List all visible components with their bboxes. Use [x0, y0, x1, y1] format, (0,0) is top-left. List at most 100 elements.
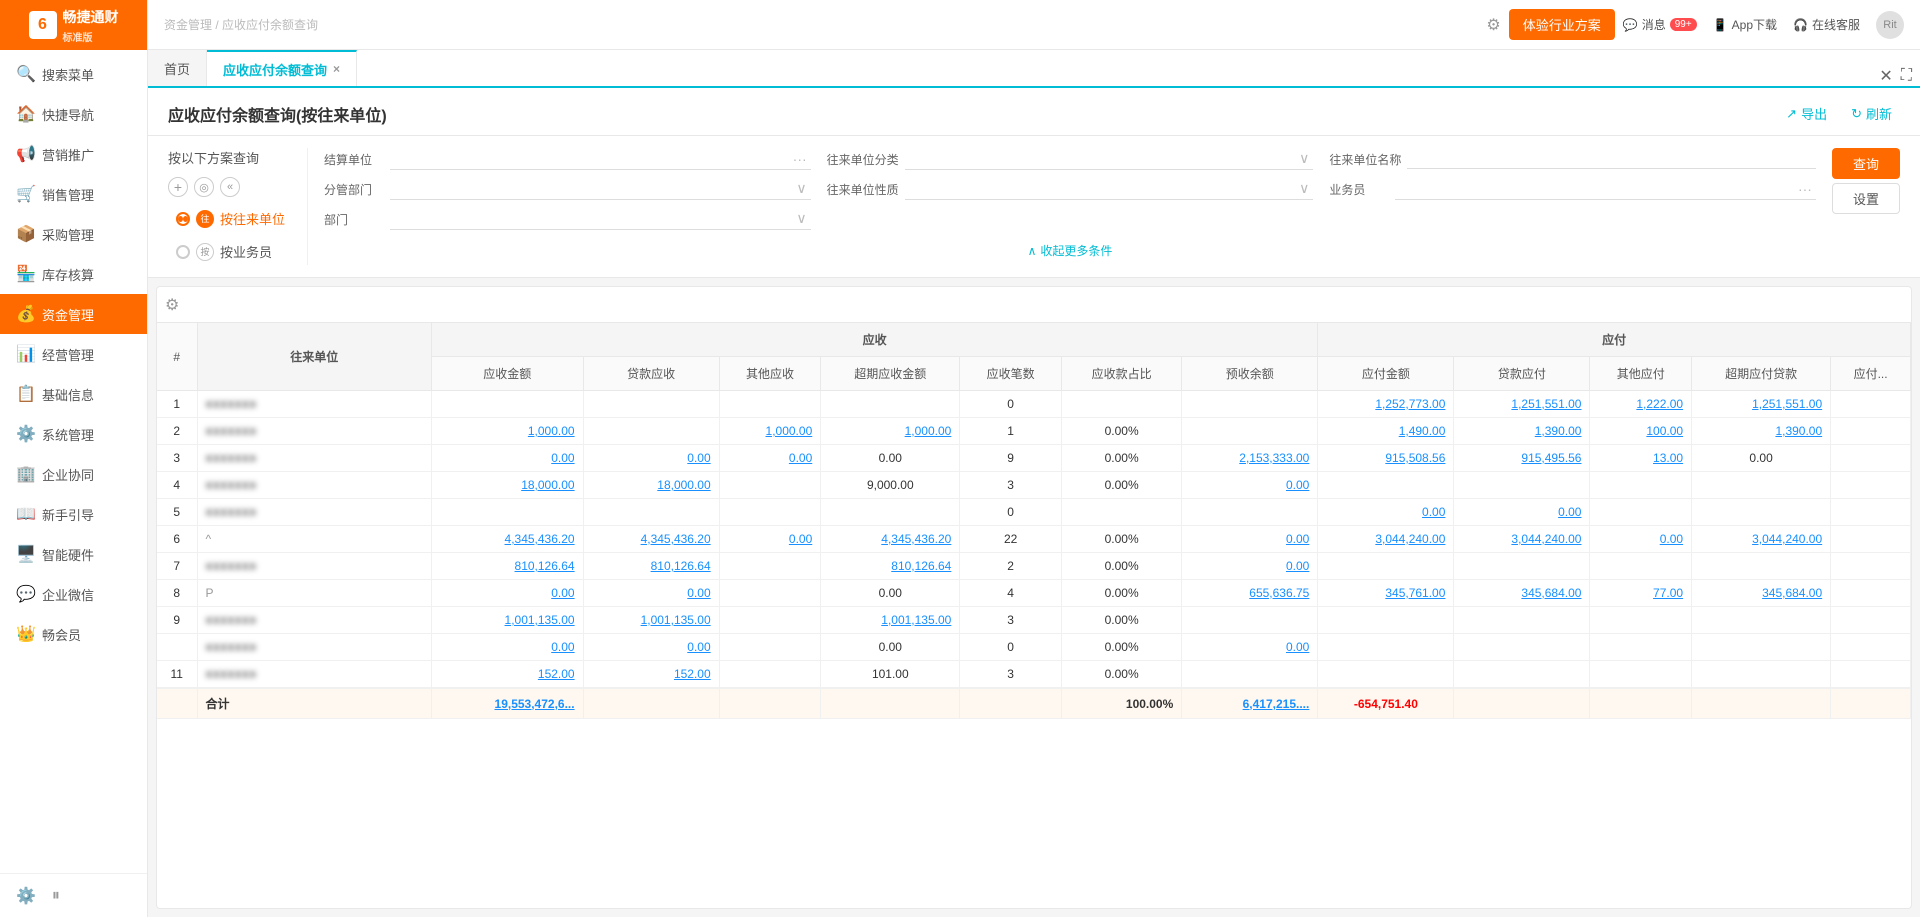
- filter-option-by-partner[interactable]: 往 按往来单位: [168, 205, 299, 232]
- table-wrapper[interactable]: # 往来单位 应收 应付 应收金额 贷款应收 其他应收 超期应收金额 应收笔数 …: [157, 323, 1911, 908]
- cell-ap-loan[interactable]: 0.00: [1454, 499, 1590, 526]
- cell-ar-loan[interactable]: 0.00: [583, 445, 719, 472]
- trial-btn[interactable]: 体验行业方案: [1509, 9, 1615, 40]
- cell-ap-loan[interactable]: 1,390.00: [1454, 418, 1590, 445]
- settings-bottom-icon[interactable]: ⚙️: [16, 886, 36, 906]
- cell-ap-loan[interactable]: 345,684.00: [1454, 580, 1590, 607]
- tab-close-icon[interactable]: ×: [333, 62, 340, 76]
- cell-ar-amount[interactable]: 0.00: [431, 445, 583, 472]
- cell-ar-amount[interactable]: 0.00: [431, 580, 583, 607]
- dept-input[interactable]: [394, 182, 796, 196]
- filter-collapse-btn[interactable]: «: [220, 177, 240, 197]
- cell-ar-prepay[interactable]: 0.00: [1182, 553, 1318, 580]
- sidebar-item-search[interactable]: 🔍 搜索菜单: [0, 54, 147, 94]
- sidebar-item-system[interactable]: ⚙️ 系统管理: [0, 414, 147, 454]
- cell-ap-amount[interactable]: 1,490.00: [1318, 418, 1454, 445]
- cell-ar-amount[interactable]: 1,000.00: [431, 418, 583, 445]
- cell-ar-loan[interactable]: 0.00: [583, 634, 719, 661]
- settlement-dots-icon[interactable]: ···: [793, 151, 807, 167]
- tab-balance[interactable]: 应收应付余额查询 ×: [207, 50, 357, 86]
- partner-name-input[interactable]: [1411, 152, 1812, 166]
- cell-ap-other[interactable]: 100.00: [1590, 418, 1692, 445]
- sidebar-item-sales[interactable]: 🛒 销售管理: [0, 174, 147, 214]
- collapse-more-button[interactable]: ∧ 收起更多条件: [1028, 242, 1113, 259]
- sidebar-item-guide[interactable]: 📖 新手引导: [0, 494, 147, 534]
- cell-ar-other[interactable]: 0.00: [719, 526, 821, 553]
- collapse-bottom-icon[interactable]: ⏸: [52, 887, 60, 905]
- cell-ap-amount[interactable]: 345,761.00: [1318, 580, 1454, 607]
- partner-nature-input[interactable]: [909, 182, 1299, 196]
- sidebar-item-finance[interactable]: 💰 资金管理: [0, 294, 147, 334]
- cell-ap-loan[interactable]: 1,251,551.00: [1454, 391, 1590, 418]
- cell-ar-loan[interactable]: 0.00: [583, 580, 719, 607]
- cell-ar-loan[interactable]: 810,126.64: [583, 553, 719, 580]
- sidebar-item-wechat[interactable]: 💬 企业微信: [0, 574, 147, 614]
- cell-ar-amount[interactable]: 18,000.00: [431, 472, 583, 499]
- partner-category-arrow[interactable]: ∨: [1299, 150, 1309, 167]
- cell-ap-amount[interactable]: 915,508.56: [1318, 445, 1454, 472]
- topbar-online-service[interactable]: 🎧 在线客服: [1793, 16, 1860, 33]
- sidebar-item-hardware[interactable]: 🖥️ 智能硬件: [0, 534, 147, 574]
- cell-ar-prepay[interactable]: 0.00: [1182, 526, 1318, 553]
- partner-nature-arrow[interactable]: ∨: [1299, 180, 1309, 197]
- salesperson-input[interactable]: [1399, 182, 1798, 196]
- salesperson-dots[interactable]: ···: [1798, 181, 1812, 197]
- topbar-gear-icon[interactable]: ⚙: [1486, 15, 1500, 35]
- cell-ar-loan[interactable]: 152.00: [583, 661, 719, 689]
- sidebar-item-quick[interactable]: 🏠 快捷导航: [0, 94, 147, 134]
- department-input[interactable]: [394, 212, 796, 226]
- cell-ar-overdue[interactable]: 1,001,135.00: [821, 607, 960, 634]
- cell-ar-other[interactable]: 1,000.00: [719, 418, 821, 445]
- cell-ar-loan[interactable]: 18,000.00: [583, 472, 719, 499]
- filter-option-by-staff[interactable]: 按 按业务员: [168, 238, 299, 265]
- dept-arrow[interactable]: ∨: [796, 180, 806, 197]
- cell-ar-amount[interactable]: 4,345,436.20: [431, 526, 583, 553]
- cell-ar-other[interactable]: 0.00: [719, 445, 821, 472]
- cell-ap-overdue[interactable]: 1,251,551.00: [1692, 391, 1831, 418]
- cell-ar-amount[interactable]: 0.00: [431, 634, 583, 661]
- department-arrow[interactable]: ∨: [796, 210, 806, 227]
- cell-ap-amount[interactable]: 1,252,773.00: [1318, 391, 1454, 418]
- cell-ar-prepay[interactable]: 655,636.75: [1182, 580, 1318, 607]
- cell-ar-prepay[interactable]: 0.00: [1182, 634, 1318, 661]
- footer-ar-amount[interactable]: 19,553,472,6...: [431, 688, 583, 719]
- cell-ap-overdue[interactable]: 1,390.00: [1692, 418, 1831, 445]
- cell-ar-loan[interactable]: 4,345,436.20: [583, 526, 719, 553]
- cell-ar-overdue[interactable]: 1,000.00: [821, 418, 960, 445]
- sidebar-item-vip[interactable]: 👑 畅会员: [0, 614, 147, 654]
- cell-ap-other[interactable]: 1,222.00: [1590, 391, 1692, 418]
- sidebar-item-base[interactable]: 📋 基础信息: [0, 374, 147, 414]
- cell-ap-loan[interactable]: 915,495.56: [1454, 445, 1590, 472]
- cell-ap-other[interactable]: 13.00: [1590, 445, 1692, 472]
- partner-category-input[interactable]: [909, 152, 1299, 166]
- filter-add-button[interactable]: +: [168, 177, 188, 197]
- cell-ap-other[interactable]: 0.00: [1590, 526, 1692, 553]
- cell-ar-overdue[interactable]: 810,126.64: [821, 553, 960, 580]
- cell-ap-other[interactable]: 77.00: [1590, 580, 1692, 607]
- cell-ap-loan[interactable]: 3,044,240.00: [1454, 526, 1590, 553]
- cell-ar-overdue[interactable]: 4,345,436.20: [821, 526, 960, 553]
- cell-ar-loan[interactable]: 1,001,135.00: [583, 607, 719, 634]
- sidebar-item-ops[interactable]: 📊 经营管理: [0, 334, 147, 374]
- cell-ap-overdue[interactable]: 3,044,240.00: [1692, 526, 1831, 553]
- settlement-input[interactable]: [394, 152, 793, 166]
- settings-button[interactable]: 设置: [1832, 183, 1900, 214]
- query-button[interactable]: 查询: [1832, 148, 1900, 179]
- refresh-button[interactable]: ↻ 刷新: [1843, 100, 1900, 127]
- footer-ar-prepay[interactable]: 6,417,215....: [1182, 688, 1318, 719]
- sidebar-item-inventory[interactable]: 🏪 库存核算: [0, 254, 147, 294]
- cell-ar-amount[interactable]: 152.00: [431, 661, 583, 689]
- sidebar-item-purchase[interactable]: 📦 采购管理: [0, 214, 147, 254]
- sidebar-item-corp[interactable]: 🏢 企业协同: [0, 454, 147, 494]
- topbar-app-download[interactable]: 📱 App下载: [1713, 16, 1777, 33]
- cell-ap-amount[interactable]: 3,044,240.00: [1318, 526, 1454, 553]
- cell-ap-amount[interactable]: 0.00: [1318, 499, 1454, 526]
- table-gear-icon[interactable]: ⚙: [165, 295, 179, 315]
- tab-close-window-icon[interactable]: ✕: [1879, 66, 1892, 86]
- cell-ap-overdue[interactable]: 345,684.00: [1692, 580, 1831, 607]
- cell-ar-prepay[interactable]: 0.00: [1182, 472, 1318, 499]
- export-button[interactable]: ↗ 导出: [1778, 100, 1835, 127]
- topbar-avatar[interactable]: Rit: [1876, 11, 1904, 39]
- sidebar-item-marketing[interactable]: 📢 营销推广: [0, 134, 147, 174]
- cell-ar-amount[interactable]: 1,001,135.00: [431, 607, 583, 634]
